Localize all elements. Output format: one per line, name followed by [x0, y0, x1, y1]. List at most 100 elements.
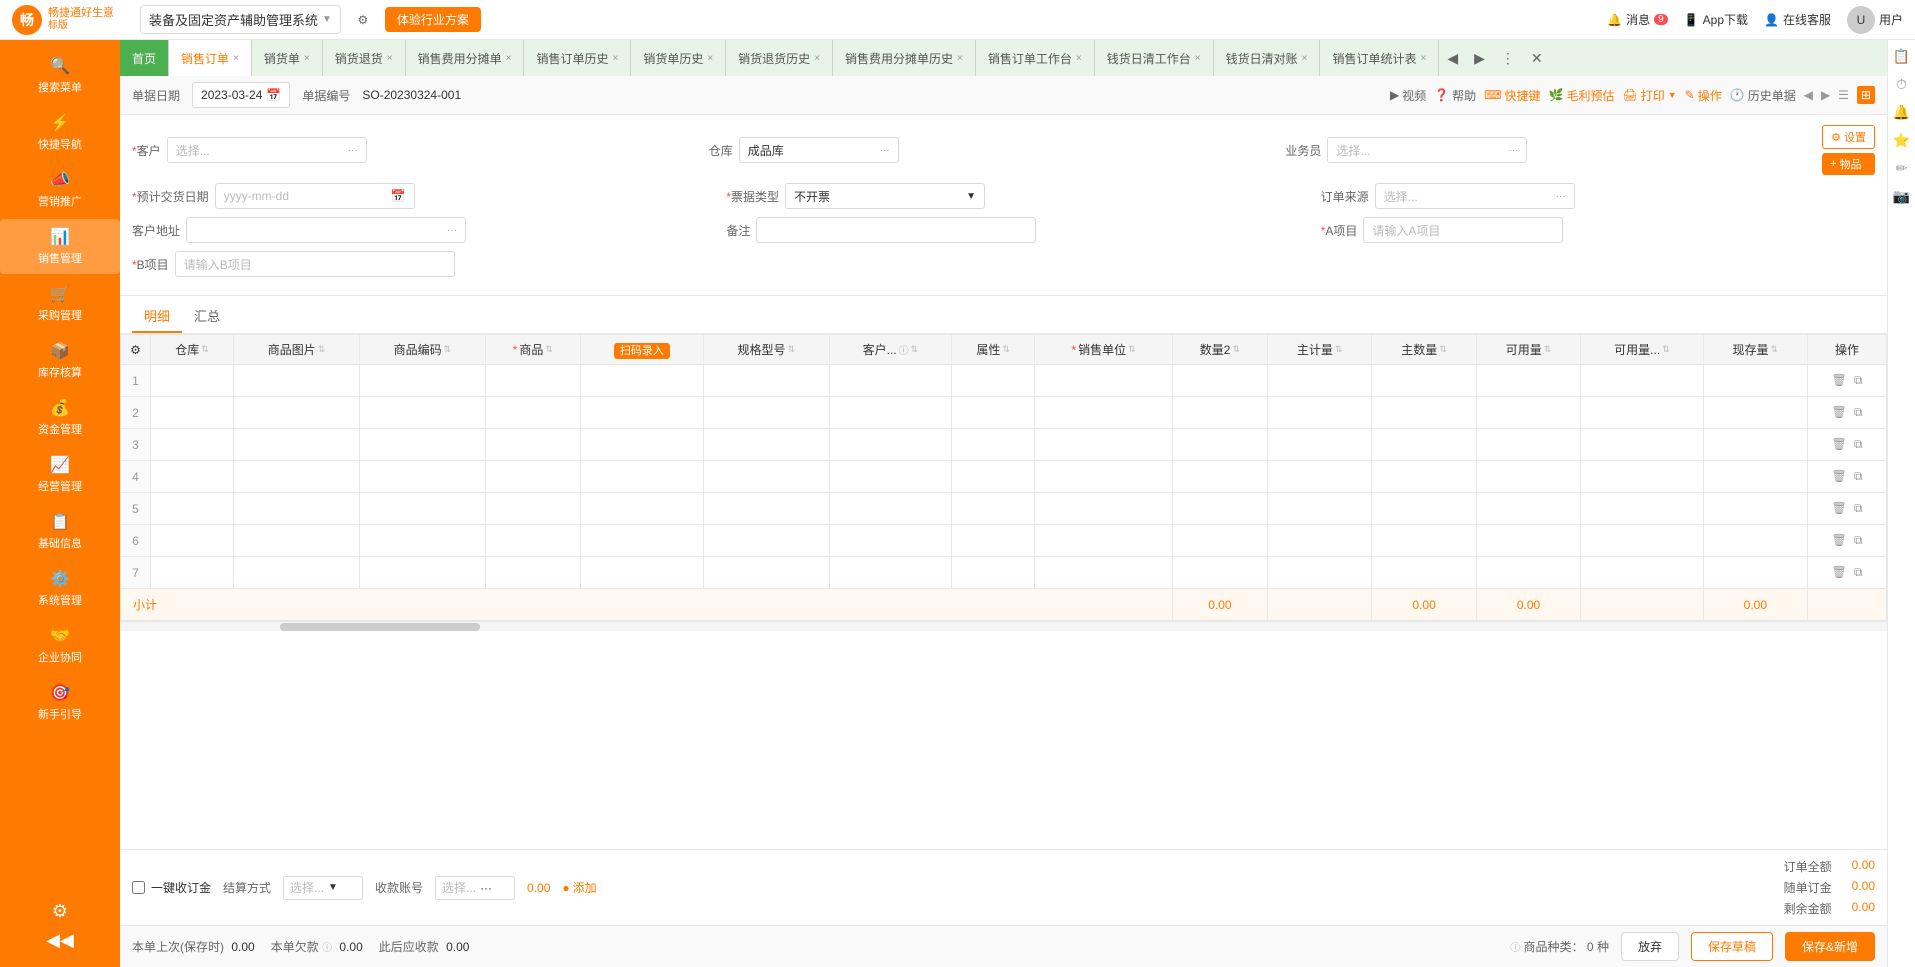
customer-address-input[interactable]: ··· — [186, 217, 466, 243]
order-source-input[interactable]: 选择... ··· — [1375, 183, 1575, 209]
column-settings-button[interactable]: ⚙ 设置 — [1822, 125, 1875, 149]
history-btn[interactable]: 🕐 历史单据 — [1730, 87, 1796, 104]
discard-button[interactable]: 放弃 — [1621, 932, 1679, 961]
th-settings[interactable]: ⚙ — [121, 335, 151, 365]
row-delete-btn[interactable]: 🗑 — [1831, 501, 1846, 515]
view-btn[interactable]: ▶ 视频 — [1390, 87, 1426, 104]
sort-icon[interactable]: ⇅ — [911, 344, 919, 355]
warehouse-input[interactable]: 成品库 ··· — [739, 137, 899, 163]
sort-icon[interactable]: ⇅ — [201, 344, 209, 355]
sidebar-item-quicknav[interactable]: ⚡ 快捷导航 — [0, 105, 120, 160]
tab-close-all[interactable]: ✕ — [1523, 50, 1551, 67]
tab-sales-return-history[interactable]: 销货单历史 × — [631, 40, 726, 76]
sidebar-item-enterprise[interactable]: 🤝 企业协同 — [0, 618, 120, 673]
row-delete-btn[interactable]: 🗑 — [1831, 437, 1846, 451]
tab-close-sales-refund[interactable]: × — [387, 53, 393, 64]
tab-more[interactable]: ⋮ — [1493, 50, 1523, 67]
salesperson-input[interactable]: 选择... ··· — [1327, 137, 1527, 163]
account-select[interactable]: 选择... ··· — [435, 876, 515, 900]
sort-icon[interactable]: ⇅ — [1544, 344, 1552, 355]
tab-close-daily-clear[interactable]: × — [1195, 53, 1201, 64]
tab-close-sales-return[interactable]: × — [304, 53, 310, 64]
right-icon-2[interactable]: ⏱ — [1890, 72, 1914, 96]
delivery-date-input[interactable]: yyyy-mm-dd 📅 — [215, 183, 415, 209]
sort-icon[interactable]: ⇅ — [318, 344, 326, 355]
sidebar-item-operations[interactable]: 📈 经营管理 — [0, 447, 120, 502]
sidebar-settings-icon[interactable]: ⚙ — [52, 901, 68, 922]
barcode-btn[interactable]: 扫码录入 — [614, 343, 670, 359]
row-delete-btn[interactable]: 🗑 — [1831, 373, 1846, 387]
row-copy-btn[interactable]: ⧉ — [1854, 373, 1863, 387]
remarks-input[interactable] — [756, 217, 1036, 243]
row-delete-btn[interactable]: 🗑 — [1831, 469, 1846, 483]
sort-icon[interactable]: ⇅ — [545, 344, 553, 355]
tab-close-sales-return-history[interactable]: × — [707, 53, 713, 64]
customer-input[interactable]: 选择... ··· — [167, 137, 367, 163]
right-icon-6[interactable]: 📷 — [1890, 184, 1914, 208]
sidebar-item-marketing[interactable]: 📣 营销推广 — [0, 162, 120, 217]
tab-home[interactable]: 首页 — [120, 40, 169, 76]
tab-close-sales-history[interactable]: × — [612, 53, 618, 64]
tab-sales-history[interactable]: 销售订单历史 × — [524, 40, 631, 76]
row-delete-btn[interactable]: 🗑 — [1831, 565, 1846, 579]
add-payment-button[interactable]: ● 添加 — [562, 879, 596, 896]
sort-icon[interactable]: ⇅ — [1232, 344, 1240, 355]
system-title-dropdown[interactable]: 装备及固定资产辅助管理系统 ▼ — [140, 5, 341, 34]
sidebar-item-basic[interactable]: 📋 基础信息 — [0, 504, 120, 559]
profit-btn[interactable]: 🌿 毛利预估 — [1549, 87, 1615, 104]
app-download-button[interactable]: 📱 App下载 — [1684, 11, 1748, 28]
tab-close-sales-fee[interactable]: × — [506, 53, 512, 64]
tab-close-sales-order[interactable]: × — [233, 53, 239, 64]
scroll-thumb[interactable] — [280, 623, 480, 631]
row-copy-btn[interactable]: ⧉ — [1854, 533, 1863, 547]
tab-daily-clear[interactable]: 钱货日清工作台 × — [1095, 40, 1214, 76]
next-record-btn[interactable]: ▶ — [1821, 88, 1830, 102]
save-new-button[interactable]: 保存&新增 — [1785, 932, 1875, 961]
shortcut-btn[interactable]: ⌨ 快捷键 — [1484, 87, 1540, 104]
tab-summary[interactable]: 汇总 — [182, 302, 232, 333]
sidebar-item-system[interactable]: ⚙️ 系统管理 — [0, 561, 120, 616]
user-button[interactable]: U 用户 — [1847, 6, 1903, 34]
tab-daily-reconcile[interactable]: 钱货日清对账 × — [1214, 40, 1321, 76]
settings-icon[interactable]: ⚙ — [349, 6, 377, 34]
industry-button[interactable]: 体验行业方案 — [385, 7, 481, 32]
print-btn[interactable]: 🖨 打印 ▼ — [1622, 87, 1676, 104]
tab-close-sales-fee-history[interactable]: × — [957, 53, 963, 64]
tab-sales-refund-history[interactable]: 销货退货历史 × — [726, 40, 833, 76]
online-service-button[interactable]: 👤 在线客服 — [1764, 11, 1831, 28]
tab-close-sales-summary[interactable]: × — [1420, 53, 1426, 64]
tab-sales-summary[interactable]: 销售订单统计表 × — [1320, 40, 1439, 76]
right-icon-5[interactable]: ✏ — [1890, 156, 1914, 180]
row-copy-btn[interactable]: ⧉ — [1854, 565, 1863, 579]
sidebar-item-purchase[interactable]: 🛒 采购管理 — [0, 276, 120, 331]
right-icon-1[interactable]: 📋 — [1890, 44, 1914, 68]
row-copy-btn[interactable]: ⧉ — [1854, 405, 1863, 419]
tab-detail[interactable]: 明细 — [132, 302, 182, 333]
sidebar-item-search[interactable]: 🔍 搜索菜单 — [0, 48, 120, 103]
b-project-input[interactable]: 请输入B项目 — [175, 251, 455, 277]
tab-scroll-right[interactable]: ▶ — [1466, 50, 1493, 67]
tab-close-sales-workbench[interactable]: × — [1076, 53, 1082, 64]
row-delete-btn[interactable]: 🗑 — [1831, 405, 1846, 419]
row-copy-btn[interactable]: ⧉ — [1854, 501, 1863, 515]
sort-icon[interactable]: ⇅ — [444, 344, 452, 355]
sort-icon[interactable]: ⇅ — [1771, 344, 1779, 355]
tab-close-daily-reconcile[interactable]: × — [1302, 53, 1308, 64]
right-icon-3[interactable]: 🔔 — [1890, 100, 1914, 124]
a-project-input[interactable]: 请输入A项目 — [1363, 217, 1563, 243]
tab-sales-refund[interactable]: 销货退货 × — [323, 40, 406, 76]
add-goods-button[interactable]: + 物品 — [1822, 153, 1875, 175]
sidebar-collapse-icon[interactable]: ◀◀ — [46, 930, 74, 951]
tab-sales-fee[interactable]: 销售费用分摊单 × — [406, 40, 525, 76]
grid-view-btn[interactable]: ⊞ — [1857, 86, 1875, 104]
info-icon[interactable]: ⓘ — [899, 342, 909, 357]
help-btn[interactable]: ❓ 帮助 — [1434, 87, 1476, 104]
tab-sales-order[interactable]: 销售订单 × — [169, 40, 252, 76]
sort-icon[interactable]: ⇅ — [1439, 344, 1447, 355]
save-draft-button[interactable]: 保存草稿 — [1691, 932, 1773, 961]
quick-checkout-checkbox[interactable]: 一键收订金 — [132, 879, 211, 896]
sidebar-item-guide[interactable]: 🎯 新手引导 — [0, 675, 120, 730]
sort-icon[interactable]: ⇅ — [1335, 344, 1343, 355]
prev-record-btn[interactable]: ◀ — [1804, 88, 1813, 102]
tab-sales-return[interactable]: 销货单 × — [252, 40, 323, 76]
